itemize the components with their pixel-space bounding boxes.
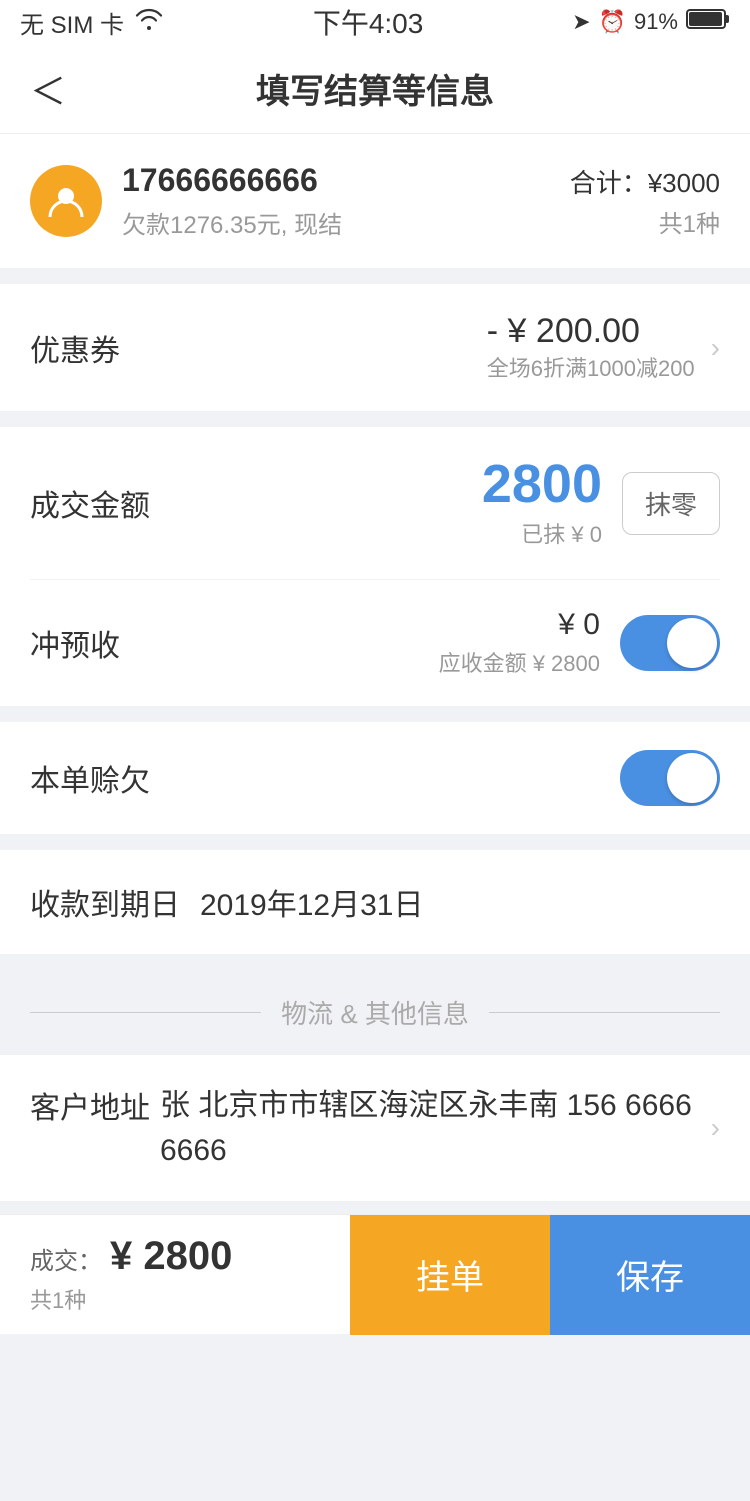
logistics-header: 物流 & 其他信息 <box>0 970 750 1055</box>
status-right: ➤ ⏰ 91% <box>572 8 730 36</box>
logistics-line-left <box>30 1012 261 1013</box>
page-title: 填写结算等信息 <box>256 64 494 113</box>
prepay-amount-wrap: ¥ 0 应收金额 ¥ 2800 <box>439 608 600 678</box>
deal-amount-row: 成交金额 2800 已抹 ¥ 0 抹零 <box>0 427 750 579</box>
logistics-title: 物流 & 其他信息 <box>281 994 469 1031</box>
chevron-right-icon: › <box>711 332 720 364</box>
customer-phone: 17666666666 <box>122 162 342 199</box>
prepay-label: 冲预收 <box>30 621 120 665</box>
address-chevron-icon: › <box>711 1112 720 1144</box>
bottom-count: 共1种 <box>30 1283 320 1315</box>
deal-label: 成交金额 <box>30 481 150 525</box>
back-button[interactable]: ＜ <box>30 63 66 115</box>
customer-left: 17666666666 欠款1276.35元, 现结 <box>30 162 342 240</box>
deal-amount: 2800 <box>482 457 602 511</box>
coupon-discount: - ¥ 200.00 <box>487 312 695 351</box>
credit-toggle[interactable] <box>620 750 720 806</box>
total-label: 合计：¥3000 <box>570 163 720 200</box>
deal-sub: 已抹 ¥ 0 <box>482 517 602 549</box>
deal-section: 成交金额 2800 已抹 ¥ 0 抹零 冲预收 ¥ 0 应收金额 ¥ 2800 <box>0 427 750 706</box>
status-left: 无 SIM 卡 <box>20 5 164 40</box>
credit-row: 本单赊欠 <box>0 722 750 834</box>
bottom-summary: 成交： ¥ 2800 共1种 <box>0 1234 350 1315</box>
wifi-icon <box>134 8 164 37</box>
due-label: 收款到期日 <box>30 880 180 924</box>
save-button[interactable]: 保存 <box>550 1215 750 1335</box>
toggle-knob <box>667 618 717 668</box>
due-date: 2019年12月31日 <box>200 880 423 924</box>
alarm-icon: ⏰ <box>599 9 626 35</box>
bottom-bar: 成交： ¥ 2800 共1种 挂单 保存 <box>0 1214 750 1334</box>
bottom-amount: ¥ 2800 <box>110 1234 232 1279</box>
prepay-amount: ¥ 0 <box>439 608 600 642</box>
prepay-row: 冲预收 ¥ 0 应收金额 ¥ 2800 <box>0 580 750 706</box>
due-date-row: 收款到期日 2019年12月31日 <box>0 850 750 954</box>
credit-label: 本单赊欠 <box>30 756 150 800</box>
prepay-right: ¥ 0 应收金额 ¥ 2800 <box>439 608 720 678</box>
header: ＜ 填写结算等信息 <box>0 44 750 134</box>
credit-toggle-knob <box>667 753 717 803</box>
deal-right: 2800 已抹 ¥ 0 抹零 <box>482 457 720 549</box>
address-content: 张 北京市市辖区海淀区永丰南 156 6666 6666 <box>160 1083 701 1173</box>
customer-sub: 欠款1276.35元, 现结 <box>122 205 342 240</box>
round-button[interactable]: 抹零 <box>622 472 720 535</box>
battery-icon <box>686 8 730 36</box>
status-bar: 无 SIM 卡 下午4:03 ➤ ⏰ 91% <box>0 0 750 44</box>
battery-text: 91% <box>634 9 678 35</box>
coupon-desc: 全场6折满1000减200 <box>487 351 695 383</box>
bottom-deal-row: 成交： ¥ 2800 <box>30 1234 320 1279</box>
address-label: 客户地址 <box>30 1083 150 1127</box>
coupon-right: - ¥ 200.00 全场6折满1000减200 › <box>487 312 720 383</box>
coupon-row[interactable]: 优惠券 - ¥ 200.00 全场6折满1000减200 › <box>0 284 750 411</box>
avatar <box>30 165 102 237</box>
hang-button[interactable]: 挂单 <box>350 1215 550 1335</box>
customer-card: 17666666666 欠款1276.35元, 现结 合计：¥3000 共1种 <box>0 134 750 268</box>
coupon-label: 优惠券 <box>30 326 120 370</box>
deal-amount-wrap: 2800 已抹 ¥ 0 <box>482 457 602 549</box>
prepay-sub: 应收金额 ¥ 2800 <box>439 646 600 678</box>
customer-info: 17666666666 欠款1276.35元, 现结 <box>122 162 342 240</box>
status-time: 下午4:03 <box>313 2 424 42</box>
total-count: 共1种 <box>570 204 720 239</box>
credit-section: 本单赊欠 <box>0 722 750 834</box>
prepay-toggle[interactable] <box>620 615 720 671</box>
bottom-deal-label: 成交： <box>30 1241 102 1276</box>
customer-right: 合计：¥3000 共1种 <box>570 163 720 239</box>
location-icon: ➤ <box>572 9 590 35</box>
address-row[interactable]: 客户地址 张 北京市市辖区海淀区永丰南 156 6666 6666 › <box>0 1055 750 1201</box>
logistics-line-right <box>489 1012 720 1013</box>
signal-text: 无 SIM 卡 <box>20 5 124 40</box>
